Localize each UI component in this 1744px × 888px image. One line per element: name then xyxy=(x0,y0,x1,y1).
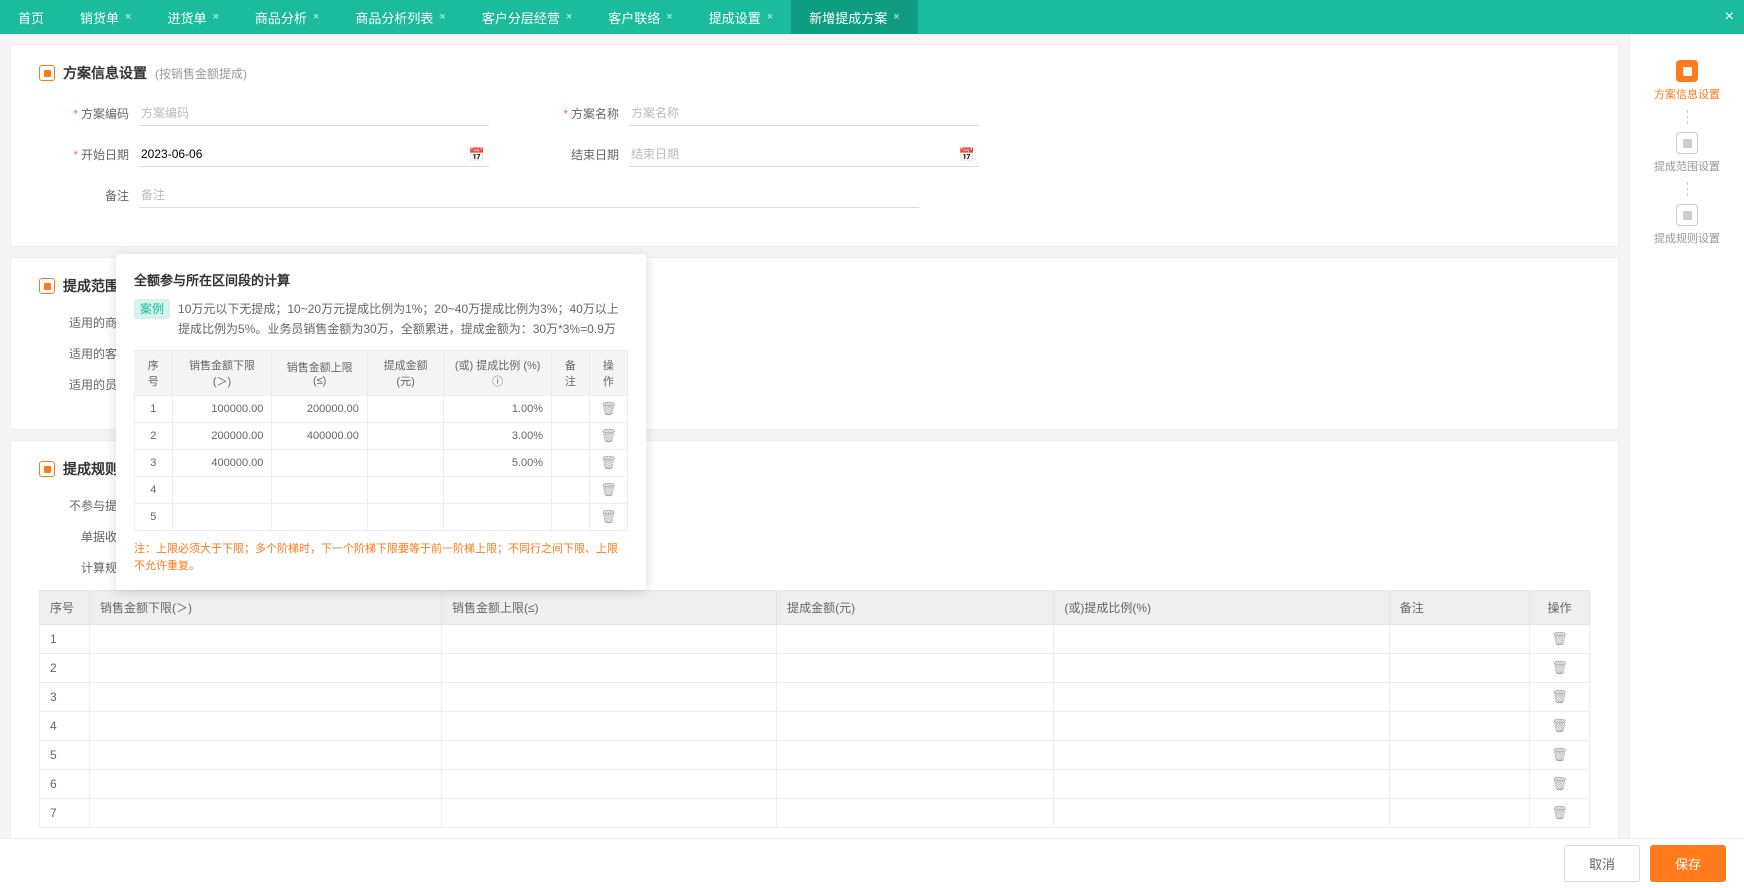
start-date-label: 开始日期 xyxy=(81,148,129,162)
table-row: 4🗑 xyxy=(135,476,628,503)
col-upper: 销售金额上限(≤) xyxy=(442,591,777,625)
nav-step-icon xyxy=(1676,132,1698,154)
example-text: 10万元以下无提成；10~20万元提成比例为1%；20~40万提成比例为3%；4… xyxy=(178,299,628,340)
table-row: 2200000.00400000.003.00%🗑 xyxy=(135,422,628,449)
end-date-input[interactable] xyxy=(629,142,979,167)
tab-客户分层经营[interactable]: 客户分层经营× xyxy=(464,0,590,34)
tab-客户联络[interactable]: 客户联络× xyxy=(590,0,690,34)
tab-close-icon[interactable]: × xyxy=(666,11,672,23)
trash-icon[interactable]: 🗑 xyxy=(600,482,617,497)
tooltip-popup: 全额参与所在区间段的计算 案例 10万元以下无提成；10~20万元提成比例为1%… xyxy=(116,254,646,590)
table-row[interactable]: 3🗑 xyxy=(40,683,1590,712)
table-row[interactable]: 4🗑 xyxy=(40,712,1590,741)
tab-close-icon[interactable]: × xyxy=(566,11,572,23)
calendar-icon[interactable]: 📅 xyxy=(469,147,485,163)
remark-input[interactable] xyxy=(139,183,919,208)
nav-step-icon xyxy=(1676,60,1698,82)
trash-icon[interactable]: 🗑 xyxy=(1551,660,1568,675)
tab-close-icon[interactable]: × xyxy=(212,11,218,23)
section-icon xyxy=(39,65,55,81)
trash-icon[interactable]: 🗑 xyxy=(1551,776,1568,791)
remark-label: 备注 xyxy=(105,189,129,203)
tab-close-icon[interactable]: × xyxy=(893,11,899,23)
table-row[interactable]: 5🗑 xyxy=(40,741,1590,770)
save-button[interactable]: 保存 xyxy=(1650,845,1726,882)
calendar-icon[interactable]: 📅 xyxy=(959,147,975,163)
table-row: 1100000.00200000.001.00%🗑 xyxy=(135,395,628,422)
section-subtitle: (按销售金额提成) xyxy=(155,65,247,82)
tooltip-note: 注：上限必须大于下限；多个阶梯时，下一个阶梯下限要等于前一阶梯上限；不同行之间下… xyxy=(134,541,628,576)
col-seq: 序号 xyxy=(40,591,90,625)
footer-bar: 取消 保存 xyxy=(0,838,1744,888)
tooltip-title: 全额参与所在区间段的计算 xyxy=(134,270,628,289)
trash-icon[interactable]: 🗑 xyxy=(1551,631,1568,646)
side-nav: 方案信息设置提成范围设置提成规则设置 xyxy=(1629,34,1744,888)
tab-商品分析列表[interactable]: 商品分析列表× xyxy=(337,0,463,34)
code-input[interactable] xyxy=(139,101,489,126)
nav-step[interactable]: 方案信息设置 xyxy=(1654,52,1720,110)
trash-icon[interactable]: 🗑 xyxy=(1551,747,1568,762)
name-label: 方案名称 xyxy=(571,107,619,121)
tab-提成设置[interactable]: 提成设置× xyxy=(691,0,791,34)
example-badge: 案例 xyxy=(134,299,170,319)
end-date-label: 结束日期 xyxy=(571,148,619,162)
col-op: 操作 xyxy=(1530,591,1590,625)
trash-icon[interactable]: 🗑 xyxy=(600,509,617,524)
table-row: 3400000.005.00%🗑 xyxy=(135,449,628,476)
tab-销货单[interactable]: 销货单× xyxy=(62,0,149,34)
name-input[interactable] xyxy=(629,101,979,126)
section-title: 方案信息设置 xyxy=(63,63,147,83)
trash-icon[interactable]: 🗑 xyxy=(1551,718,1568,733)
tab-close-icon[interactable]: × xyxy=(313,11,319,23)
col-ratio: (或)提成比例(%) xyxy=(1054,591,1389,625)
cancel-button[interactable]: 取消 xyxy=(1564,845,1640,882)
tab-首页[interactable]: 首页 xyxy=(0,0,62,34)
trash-icon[interactable]: 🗑 xyxy=(600,428,617,443)
table-row[interactable]: 6🗑 xyxy=(40,770,1590,799)
section-icon xyxy=(39,461,55,477)
section-icon xyxy=(39,278,55,294)
nav-step-icon xyxy=(1676,204,1698,226)
tab-新增提成方案[interactable]: 新增提成方案× xyxy=(791,0,917,34)
panel-plan-info: 方案信息设置 (按销售金额提成) *方案编码 *方案名称 *开始日期 xyxy=(10,44,1619,247)
trash-icon[interactable]: 🗑 xyxy=(1551,689,1568,704)
tooltip-grid: 序号 销售金额下限 (＞) 销售金额上限 (≤) 提成金额 (元) (或) 提成… xyxy=(134,350,628,531)
tab-close-icon[interactable]: × xyxy=(767,11,773,23)
tab-进货单[interactable]: 进货单× xyxy=(149,0,236,34)
table-row[interactable]: 7🗑 xyxy=(40,799,1590,828)
rule-grid: 序号 销售金额下限(＞) 销售金额上限(≤) 提成金额(元) (或)提成比例(%… xyxy=(39,590,1590,828)
nav-step[interactable]: 提成范围设置 xyxy=(1654,124,1720,182)
table-row: 5🗑 xyxy=(135,503,628,530)
col-amount: 提成金额(元) xyxy=(777,591,1054,625)
tab-close-icon[interactable]: × xyxy=(125,11,131,23)
tabbar: 首页销货单×进货单×商品分析×商品分析列表×客户分层经营×客户联络×提成设置×新… xyxy=(0,0,1744,34)
table-row[interactable]: 1🗑 xyxy=(40,625,1590,654)
tab-close-icon[interactable]: × xyxy=(439,11,445,23)
trash-icon[interactable]: 🗑 xyxy=(600,401,617,416)
code-label: 方案编码 xyxy=(81,107,129,121)
close-icon[interactable]: × xyxy=(1725,0,1734,34)
trash-icon[interactable]: 🗑 xyxy=(600,455,617,470)
col-remark: 备注 xyxy=(1389,591,1529,625)
nav-step[interactable]: 提成规则设置 xyxy=(1654,196,1720,254)
tab-商品分析[interactable]: 商品分析× xyxy=(237,0,337,34)
col-lower: 销售金额下限(＞) xyxy=(90,591,442,625)
table-row[interactable]: 2🗑 xyxy=(40,654,1590,683)
trash-icon[interactable]: 🗑 xyxy=(1551,805,1568,820)
start-date-input[interactable] xyxy=(139,142,489,167)
